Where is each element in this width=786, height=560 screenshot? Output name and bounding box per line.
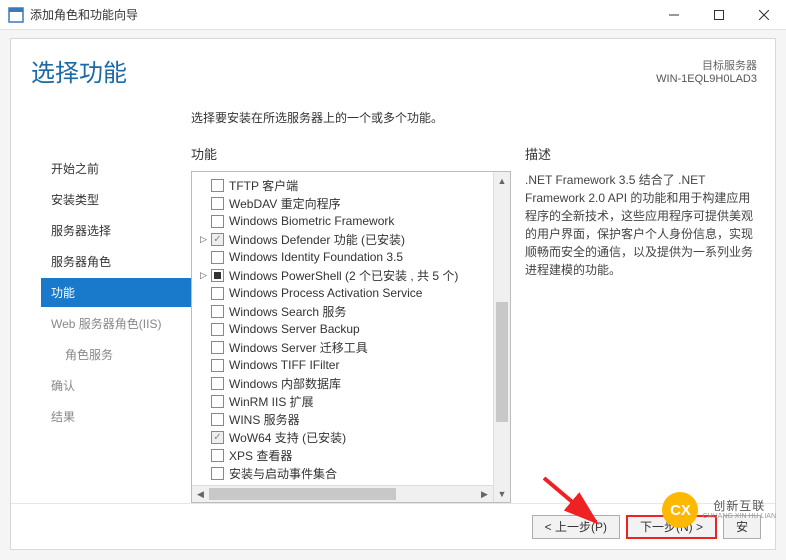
feature-label: Windows TIFF IFilter: [229, 358, 339, 372]
close-button[interactable]: [741, 0, 786, 30]
feature-item[interactable]: TFTP 客户端: [198, 176, 493, 194]
feature-checkbox[interactable]: [211, 287, 224, 300]
steps-sidebar: 开始之前安装类型服务器选择服务器角色功能Web 服务器角色(IIS)角色服务确认…: [11, 109, 191, 503]
feature-checkbox[interactable]: [211, 233, 224, 246]
feature-label: Windows 内部数据库: [229, 375, 341, 392]
app-icon: [8, 7, 24, 23]
feature-label: Windows Identity Foundation 3.5: [229, 250, 403, 264]
feature-label: WinRM IIS 扩展: [229, 393, 314, 410]
expander-icon[interactable]: ▷: [198, 234, 209, 245]
step-item[interactable]: 服务器角色: [41, 247, 191, 276]
watermark-text: 创新互联 CHUANG XIN HU LIAN: [702, 500, 776, 521]
features-heading: 功能: [191, 144, 511, 163]
feature-item[interactable]: WebDAV 重定向程序: [198, 194, 493, 212]
watermark-logo-icon: CX: [662, 492, 698, 528]
step-item: 角色服务: [41, 340, 191, 369]
feature-checkbox[interactable]: [211, 179, 224, 192]
feature-item[interactable]: WINS 服务器: [198, 410, 493, 428]
feature-item[interactable]: ▷ Windows Defender 功能 (已安装): [198, 230, 493, 248]
scroll-up-icon[interactable]: ▲: [494, 172, 510, 189]
feature-checkbox[interactable]: [211, 323, 224, 336]
target-info: 目标服务器 WIN-1EQL9H0LAD3: [656, 57, 757, 85]
feature-label: Windows Process Activation Service: [229, 286, 422, 300]
feature-checkbox[interactable]: [211, 467, 224, 480]
step-item[interactable]: 开始之前: [41, 154, 191, 183]
titlebar: 添加角色和功能向导: [0, 0, 786, 30]
feature-item[interactable]: Windows Server Backup: [198, 320, 493, 338]
scroll-right-icon[interactable]: ▶: [476, 486, 493, 502]
feature-checkbox[interactable]: [211, 431, 224, 444]
feature-checkbox[interactable]: [211, 413, 224, 426]
feature-list[interactable]: TFTP 客户端WebDAV 重定向程序 Windows Biometric Fr…: [192, 172, 493, 502]
target-server: WIN-1EQL9H0LAD3: [656, 73, 757, 85]
feature-label: WINS 服务器: [229, 411, 300, 428]
watermark-main: 创新互联: [702, 500, 776, 513]
hscroll-thumb[interactable]: [209, 488, 396, 500]
feature-item[interactable]: Windows Biometric Framework: [198, 212, 493, 230]
panel-header: 选择功能 目标服务器 WIN-1EQL9H0LAD3: [11, 39, 775, 99]
feature-checkbox[interactable]: [211, 305, 224, 318]
feature-checkbox[interactable]: [211, 215, 224, 228]
feature-list-box: TFTP 客户端WebDAV 重定向程序 Windows Biometric Fr…: [191, 171, 511, 503]
feature-checkbox[interactable]: [211, 269, 224, 282]
feature-item[interactable]: XPS 查看器: [198, 446, 493, 464]
wizard-panel: 选择功能 目标服务器 WIN-1EQL9H0LAD3 开始之前安装类型服务器选择…: [10, 38, 776, 550]
feature-label: WoW64 支持 (已安装): [229, 429, 346, 446]
feature-checkbox[interactable]: [211, 359, 224, 372]
feature-label: XPS 查看器: [229, 447, 292, 464]
step-item[interactable]: 服务器选择: [41, 216, 191, 245]
horizontal-scrollbar[interactable]: ◀ ▶: [192, 485, 493, 502]
feature-item[interactable]: Windows Process Activation Service: [198, 284, 493, 302]
feature-label: Windows Defender 功能 (已安装): [229, 231, 405, 248]
step-item: Web 服务器角色(IIS): [41, 309, 191, 338]
step-item[interactable]: 功能: [41, 278, 191, 307]
feature-checkbox[interactable]: [211, 395, 224, 408]
feature-item[interactable]: Windows TIFF IFilter: [198, 356, 493, 374]
step-item: 结果: [41, 402, 191, 431]
feature-label: 安装与启动事件集合: [229, 465, 337, 482]
feature-checkbox[interactable]: [211, 377, 224, 390]
maximize-button[interactable]: [696, 0, 741, 30]
feature-item[interactable]: Windows Server 迁移工具: [198, 338, 493, 356]
description-text: .NET Framework 3.5 结合了 .NET Framework 2.…: [525, 171, 759, 279]
feature-item[interactable]: 安装与启动事件集合: [198, 464, 493, 482]
wizard-footer: < 上一步(P) 下一步(N) > 安: [11, 503, 775, 549]
feature-checkbox[interactable]: [211, 197, 224, 210]
scroll-left-icon[interactable]: ◀: [192, 486, 209, 502]
feature-item[interactable]: Windows Identity Foundation 3.5: [198, 248, 493, 266]
feature-item[interactable]: Windows Search 服务: [198, 302, 493, 320]
expander-icon[interactable]: ▷: [198, 270, 209, 281]
step-item: 确认: [41, 371, 191, 400]
target-label: 目标服务器: [656, 57, 757, 73]
feature-item[interactable]: ▷ Windows PowerShell (2 个已安装 , 共 5 个): [198, 266, 493, 284]
step-item[interactable]: 安装类型: [41, 185, 191, 214]
feature-checkbox[interactable]: [211, 449, 224, 462]
scroll-down-icon[interactable]: ▼: [494, 485, 510, 502]
feature-item[interactable]: WinRM IIS 扩展: [198, 392, 493, 410]
previous-button[interactable]: < 上一步(P): [532, 515, 620, 539]
vertical-scrollbar[interactable]: ▲ ▼: [493, 172, 510, 502]
watermark: CX 创新互联 CHUANG XIN HU LIAN: [662, 492, 776, 528]
feature-label: Windows Server 迁移工具: [229, 339, 368, 356]
feature-label: WebDAV 重定向程序: [229, 195, 341, 212]
window-title: 添加角色和功能向导: [30, 6, 138, 23]
feature-item[interactable]: Windows 内部数据库: [198, 374, 493, 392]
watermark-sub: CHUANG XIN HU LIAN: [702, 513, 776, 521]
feature-checkbox[interactable]: [211, 341, 224, 354]
minimize-button[interactable]: [651, 0, 696, 30]
description-heading: 描述: [525, 144, 759, 163]
instruction-text: 选择要安装在所选服务器上的一个或多个功能。: [191, 109, 759, 126]
scroll-thumb[interactable]: [496, 302, 508, 422]
feature-label: Windows PowerShell (2 个已安装 , 共 5 个): [229, 267, 458, 284]
feature-label: Windows Search 服务: [229, 303, 346, 320]
feature-label: TFTP 客户端: [229, 177, 298, 194]
feature-label: Windows Server Backup: [229, 322, 360, 336]
feature-checkbox[interactable]: [211, 251, 224, 264]
feature-item[interactable]: WoW64 支持 (已安装): [198, 428, 493, 446]
feature-label: Windows Biometric Framework: [229, 214, 394, 228]
